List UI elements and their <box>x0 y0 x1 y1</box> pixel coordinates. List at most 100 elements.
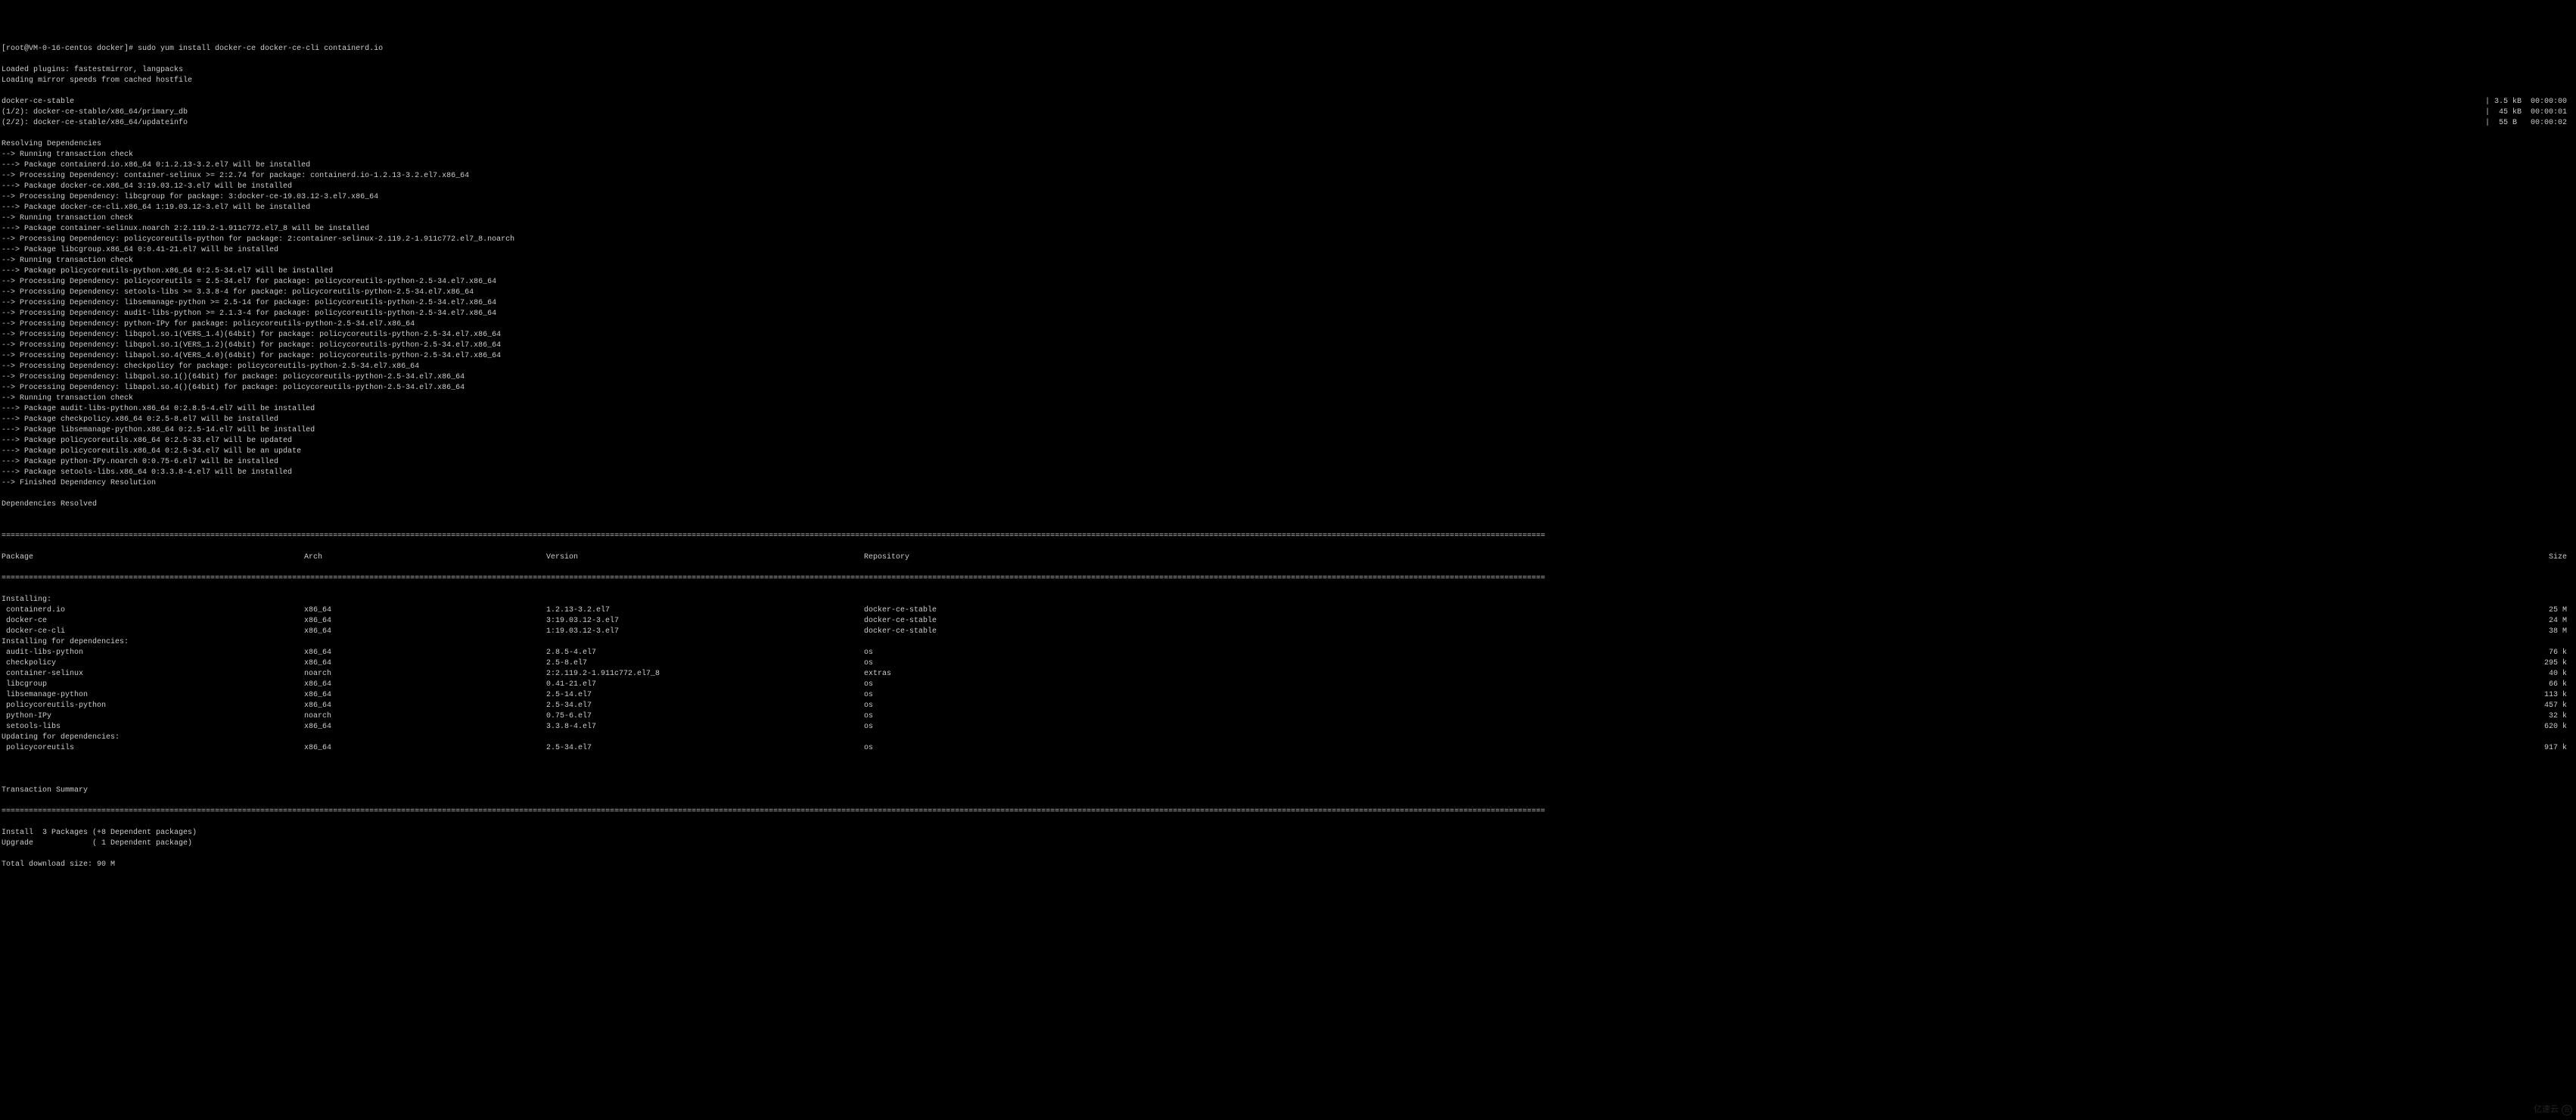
dependency-line: ---> Package policycoreutils.x86_64 0:2.… <box>2 436 2574 446</box>
dependency-line: ---> Package policycoreutils-python.x86_… <box>2 266 2574 277</box>
dependency-line: ---> Package docker-ce.x86_64 3:19.03.12… <box>2 182 2574 192</box>
cell-arch: x86_64 <box>304 605 546 616</box>
dependency-line: --> Processing Dependency: libqpol.so.1(… <box>2 372 2574 383</box>
table-header: Package Arch Version Repository Size <box>2 552 2574 563</box>
cell-arch: x86_64 <box>304 743 546 754</box>
dependency-line: --> Processing Dependency: audit-libs-py… <box>2 309 2574 319</box>
download-stats: | 55 B 00:00:02 <box>2485 118 2574 129</box>
cell-version: 0.75-6.el7 <box>546 711 864 722</box>
dependency-line: --> Processing Dependency: policycoreuti… <box>2 235 2574 245</box>
dependency-line <box>2 510 2574 521</box>
table-row: containerd.iox86_641.2.13-3.2.el7docker-… <box>2 605 2574 616</box>
cell-arch: x86_64 <box>304 701 546 711</box>
dependency-line: --> Running transaction check <box>2 150 2574 160</box>
blank-line <box>2 764 2574 775</box>
cell-version: 0.41-21.el7 <box>546 680 864 690</box>
cell-package: audit-libs-python <box>2 648 304 658</box>
header-repository: Repository <box>864 552 1144 563</box>
cell-package: policycoreutils <box>2 743 304 754</box>
cell-size: 76 k <box>1144 648 2574 658</box>
cell-repository: os <box>864 711 1144 722</box>
cell-repository: os <box>864 701 1144 711</box>
cell-version: 1:19.03.12-3.el7 <box>546 627 864 637</box>
cell-arch: noarch <box>304 669 546 680</box>
table-row: libsemanage-pythonx86_642.5-14.el7os113 … <box>2 690 2574 701</box>
dependency-line: --> Processing Dependency: libsemanage-p… <box>2 298 2574 309</box>
cell-package: libcgroup <box>2 680 304 690</box>
summary-line: Install 3 Packages (+8 Dependent package… <box>2 828 2574 838</box>
summary-line: Upgrade ( 1 Dependent package) <box>2 838 2574 849</box>
table-row: docker-cex86_643:19.03.12-3.el7docker-ce… <box>2 616 2574 627</box>
output-line: Loading mirror speeds from cached hostfi… <box>2 76 2574 86</box>
dependency-line: --> Processing Dependency: libqpol.so.1(… <box>2 330 2574 341</box>
watermark-icon: 云 <box>2562 1105 2572 1115</box>
command-text: sudo yum install docker-ce docker-ce-cli… <box>138 45 383 53</box>
table-divider-header: ========================================… <box>2 574 2574 584</box>
cell-arch: x86_64 <box>304 680 546 690</box>
cell-arch: x86_64 <box>304 690 546 701</box>
cell-package: policycoreutils-python <box>2 701 304 711</box>
dependency-line: --> Processing Dependency: python-IPy fo… <box>2 319 2574 330</box>
table-row: docker-ce-clix86_641:19.03.12-3.el7docke… <box>2 627 2574 637</box>
dependency-line: ---> Package setools-libs.x86_64 0:3.3.8… <box>2 468 2574 478</box>
cell-version: 2.5-8.el7 <box>546 658 864 669</box>
cell-repository: os <box>864 743 1144 754</box>
dependency-line: --> Finished Dependency Resolution <box>2 478 2574 489</box>
dependency-line: --> Processing Dependency: policycoreuti… <box>2 277 2574 288</box>
output-line: Loaded plugins: fastestmirror, langpacks <box>2 65 2574 76</box>
summary-line: Total download size: 90 M <box>2 860 2574 870</box>
cell-size: 295 k <box>1144 658 2574 669</box>
shell-prompt: [root@VM-0-16-centos docker]# <box>2 45 138 53</box>
cell-arch: x86_64 <box>304 722 546 733</box>
table-row: policycoreutilsx86_642.5-34.el7os917 k <box>2 743 2574 754</box>
cell-version: 3:19.03.12-3.el7 <box>546 616 864 627</box>
dependency-line: --> Processing Dependency: setools-libs … <box>2 288 2574 298</box>
header-package: Package <box>2 552 304 563</box>
cell-size: 66 k <box>1144 680 2574 690</box>
cell-version: 2.5-34.el7 <box>546 701 864 711</box>
table-row: setools-libsx86_643.3.8-4.el7os620 k <box>2 722 2574 733</box>
dependency-line: ---> Package containerd.io.x86_64 0:1.2.… <box>2 160 2574 171</box>
watermark: 亿速云 云 <box>2534 1105 2572 1116</box>
summary-divider: ========================================… <box>2 807 2574 817</box>
dependency-line: Resolving Dependencies <box>2 139 2574 150</box>
table-row: python-IPynoarch0.75-6.el7os32 k <box>2 711 2574 722</box>
cell-size: 113 k <box>1144 690 2574 701</box>
cell-repository: docker-ce-stable <box>864 616 1144 627</box>
cell-package: containerd.io <box>2 605 304 616</box>
section-title: Installing for dependencies: <box>2 637 2574 648</box>
cell-package: docker-ce <box>2 616 304 627</box>
cell-repository: os <box>864 722 1144 733</box>
dependency-line: ---> Package policycoreutils.x86_64 0:2.… <box>2 446 2574 457</box>
cell-repository: docker-ce-stable <box>864 627 1144 637</box>
dependency-line: --> Processing Dependency: libapol.so.4(… <box>2 351 2574 362</box>
dependency-line: --> Running transaction check <box>2 394 2574 404</box>
dependency-line: --> Running transaction check <box>2 213 2574 224</box>
header-version: Version <box>546 552 864 563</box>
cell-repository: os <box>864 648 1144 658</box>
cell-version: 2.8.5-4.el7 <box>546 648 864 658</box>
dependency-line: --> Processing Dependency: container-sel… <box>2 171 2574 182</box>
cell-version: 1.2.13-3.2.el7 <box>546 605 864 616</box>
cell-version: 3.3.8-4.el7 <box>546 722 864 733</box>
table-divider-top: ========================================… <box>2 531 2574 542</box>
cell-size: 40 k <box>1144 669 2574 680</box>
cell-repository: os <box>864 690 1144 701</box>
dependency-line: --> Processing Dependency: libapol.so.4(… <box>2 383 2574 394</box>
dependency-line: ---> Package checkpolicy.x86_64 0:2.5-8.… <box>2 415 2574 425</box>
cell-arch: x86_64 <box>304 648 546 658</box>
dependency-line: --> Processing Dependency: libqpol.so.1(… <box>2 341 2574 351</box>
table-row: container-selinuxnoarch2:2.119.2-1.911c7… <box>2 669 2574 680</box>
cell-size: 38 M <box>1144 627 2574 637</box>
command-line: [root@VM-0-16-centos docker]# sudo yum i… <box>2 44 2574 54</box>
cell-arch: x86_64 <box>304 658 546 669</box>
table-row: checkpolicyx86_642.5-8.el7os295 k <box>2 658 2574 669</box>
table-row: audit-libs-pythonx86_642.8.5-4.el7os76 k <box>2 648 2574 658</box>
section-title: Updating for dependencies: <box>2 733 2574 743</box>
cell-package: python-IPy <box>2 711 304 722</box>
cell-arch: noarch <box>304 711 546 722</box>
dependency-line <box>2 489 2574 499</box>
section-title: Installing: <box>2 595 2574 605</box>
repo-name: docker-ce-stable <box>2 97 2485 107</box>
cell-size: 457 k <box>1144 701 2574 711</box>
